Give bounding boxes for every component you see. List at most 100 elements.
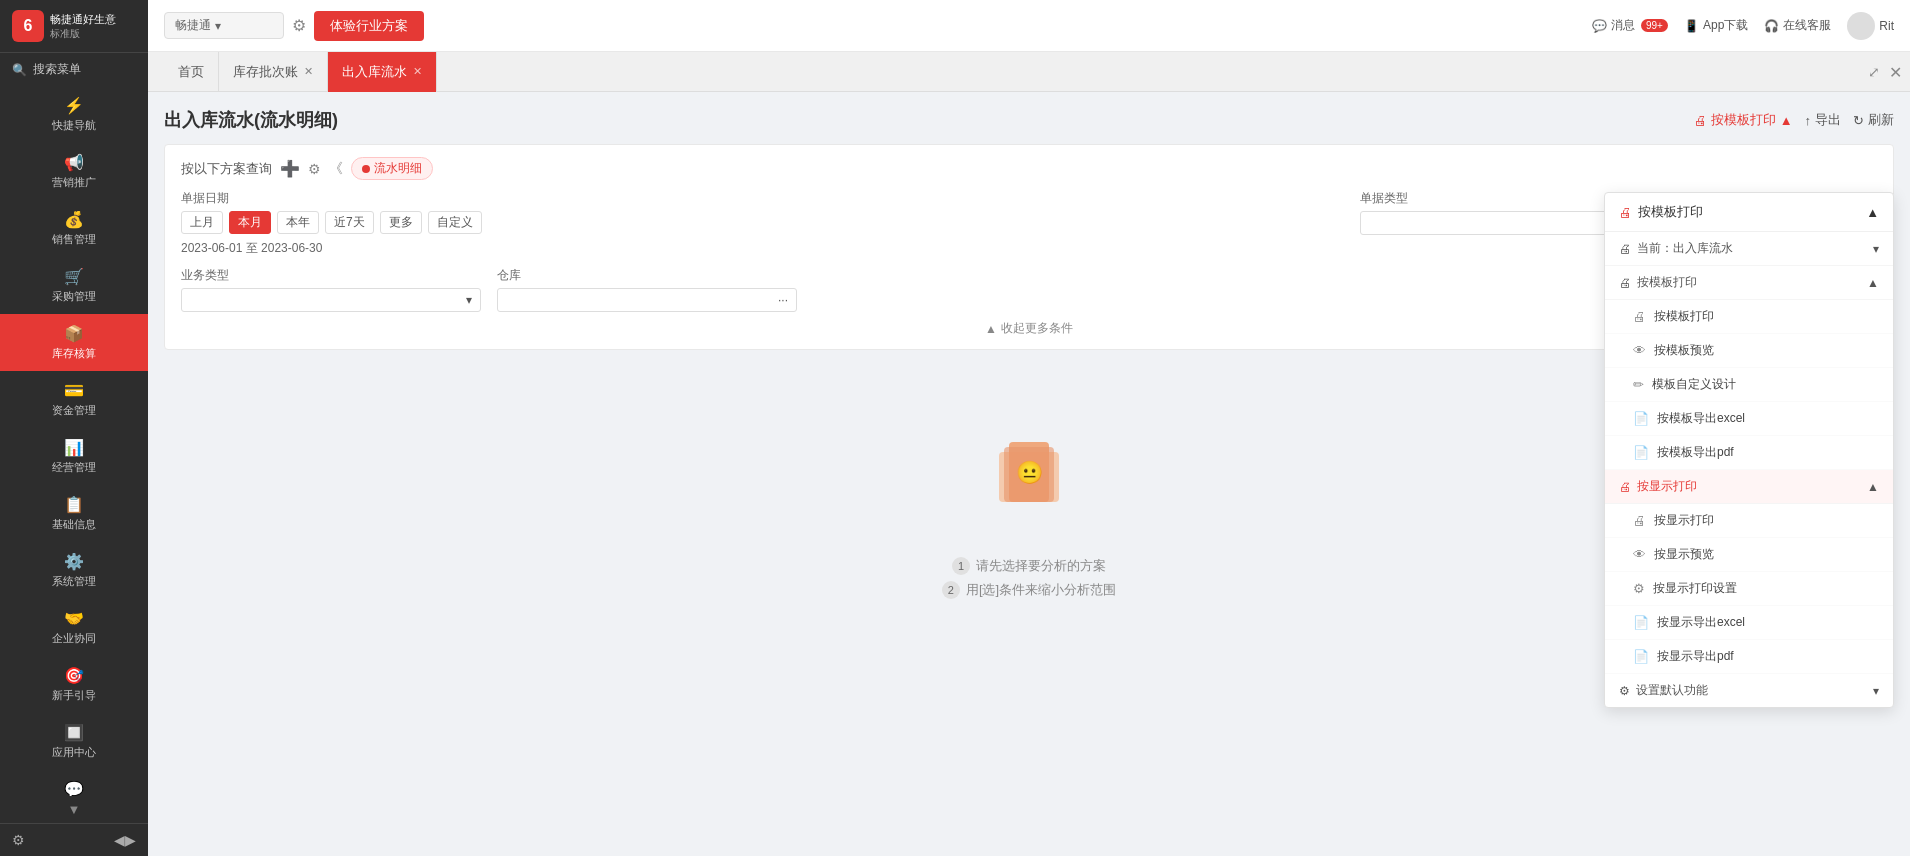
date-range-display: 2023-06-01 至 2023-06-30 — [181, 240, 482, 257]
print-dropdown-panel: 🖨 按模板打印 ▲ 🖨 当前：出入库流水 ▾ 🖨 按模板打印 ▲ — [1604, 192, 1894, 708]
template-excel-icon: 📄 — [1633, 411, 1649, 426]
sidebar-item-wechat[interactable]: 💬 企业微信 — [0, 770, 148, 796]
date-shortcut-this-month[interactable]: 本月 — [229, 211, 271, 234]
template-section-header[interactable]: 🖨 按模板打印 ▲ — [1605, 266, 1893, 300]
print-template-button[interactable]: 🖨 按模板打印 ▲ — [1694, 111, 1793, 129]
tabbar: 首页 库存批次账 ✕ 出入库流水 ✕ ⤢ ✕ — [148, 52, 1910, 92]
collapse-more-button[interactable]: ▲ 收起更多条件 — [985, 320, 1073, 337]
refresh-icon: ↻ — [1853, 113, 1864, 128]
warehouse-select[interactable]: ··· — [497, 288, 797, 312]
sidebar-item-inventory[interactable]: 📦 库存核算 — [0, 314, 148, 371]
sidebar-item-newbie[interactable]: 🎯 新手引导 — [0, 656, 148, 713]
date-shortcut-7days[interactable]: 近7天 — [325, 211, 374, 234]
wechat-icon: 💬 — [64, 780, 84, 796]
basic-icon: 📋 — [64, 495, 84, 514]
filter-date-label: 单据日期 — [181, 190, 482, 207]
filter-collapse-button[interactable]: 《 — [329, 160, 343, 178]
message-button[interactable]: 💬 消息 99+ — [1592, 17, 1668, 34]
dropdown-item-display-settings[interactable]: ⚙ 按显示打印设置 — [1605, 572, 1893, 606]
tab-flow[interactable]: 出入库流水 ✕ — [328, 52, 437, 92]
template-pdf-icon: 📄 — [1633, 445, 1649, 460]
app-download-button[interactable]: 📱 App下载 — [1684, 17, 1748, 34]
online-service-button[interactable]: 🎧 在线客服 — [1764, 17, 1831, 34]
filter-add-button[interactable]: ➕ — [280, 159, 300, 178]
user-avatar[interactable]: Rit — [1847, 12, 1894, 40]
dropdown-item-template-print[interactable]: 🖨 按模板打印 — [1605, 300, 1893, 334]
display-section-header[interactable]: 🖨 按显示打印 ▲ — [1605, 470, 1893, 504]
dropdown-item-template-pdf[interactable]: 📄 按模板导出pdf — [1605, 436, 1893, 470]
current-template-item[interactable]: 🖨 当前：出入库流水 ▾ — [1605, 232, 1893, 266]
appstore-icon: 🔲 — [64, 723, 84, 742]
template-preview-icon: 👁 — [1633, 343, 1646, 358]
sidebar-item-sales[interactable]: 💰 销售管理 — [0, 200, 148, 257]
display-excel-icon: 📄 — [1633, 615, 1649, 630]
date-shortcut-last-month[interactable]: 上月 — [181, 211, 223, 234]
date-shortcut-custom[interactable]: 自定义 — [428, 211, 482, 234]
page-content: 出入库流水(流水明细) 🖨 按模板打印 ▲ ↑ 导出 ↻ 刷新 — [148, 92, 1910, 856]
page-actions: 🖨 按模板打印 ▲ ↑ 导出 ↻ 刷新 — [1694, 111, 1894, 129]
tab-expand-icon[interactable]: ⤢ — [1868, 64, 1880, 80]
filter-tag-flow-detail[interactable]: 流水明细 — [351, 157, 433, 180]
footer-settings-icon: ⚙ — [1619, 684, 1630, 698]
dropdown-item-template-design[interactable]: ✏ 模板自定义设计 — [1605, 368, 1893, 402]
dropdown-item-display-preview[interactable]: 👁 按显示预览 — [1605, 538, 1893, 572]
tab-batch-account[interactable]: 库存批次账 ✕ — [219, 52, 328, 92]
system-icon: ⚙️ — [64, 552, 84, 571]
sidebar-item-marketing[interactable]: 📢 营销推广 — [0, 143, 148, 200]
filter-business-label: 业务类型 — [181, 267, 481, 284]
tab-bar-close[interactable]: ✕ — [1889, 62, 1902, 81]
display-pdf-icon: 📄 — [1633, 649, 1649, 664]
topbar-left: 畅捷通 ▾ ⚙ 体验行业方案 — [164, 11, 1580, 41]
topbar: 畅捷通 ▾ ⚙ 体验行业方案 💬 消息 99+ 📱 App下载 🎧 在线客服 — [148, 0, 1910, 52]
dropdown-header-icon: 🖨 — [1619, 205, 1632, 220]
display-preview-icon: 👁 — [1633, 547, 1646, 562]
svg-text:😐: 😐 — [1016, 459, 1044, 486]
dropdown-footer[interactable]: ⚙ 设置默认功能 ▾ — [1605, 674, 1893, 707]
sidebar-item-appstore[interactable]: 🔲 应用中心 — [0, 713, 148, 770]
sidebar-item-collab[interactable]: 🤝 企业协同 — [0, 599, 148, 656]
dropdown-item-display-pdf[interactable]: 📄 按显示导出pdf — [1605, 640, 1893, 674]
purchase-icon: 🛒 — [64, 267, 84, 286]
refresh-button[interactable]: ↻ 刷新 — [1853, 111, 1894, 129]
export-button[interactable]: ↑ 导出 — [1805, 111, 1842, 129]
sidebar-item-operation[interactable]: 📊 经营管理 — [0, 428, 148, 485]
company-selector[interactable]: 畅捷通 ▾ — [164, 12, 284, 39]
topbar-right: 💬 消息 99+ 📱 App下载 🎧 在线客服 Rit — [1592, 12, 1894, 40]
sidebar-item-finance[interactable]: 💳 资金管理 — [0, 371, 148, 428]
filter-settings-button[interactable]: ⚙ — [308, 161, 321, 177]
message-icon: 💬 — [1592, 19, 1607, 33]
sidebar-item-basic[interactable]: 📋 基础信息 — [0, 485, 148, 542]
date-shortcut-this-year[interactable]: 本年 — [277, 211, 319, 234]
dropdown-item-template-preview[interactable]: 👁 按模板预览 — [1605, 334, 1893, 368]
date-shortcut-more[interactable]: 更多 — [380, 211, 422, 234]
newbie-icon: 🎯 — [64, 666, 84, 685]
logo-text: 畅捷通好生意 标准版 — [50, 12, 116, 39]
search-menu[interactable]: 🔍 搜索菜单 — [0, 53, 148, 86]
display-section-chevron-icon: ▲ — [1867, 480, 1879, 494]
sidebar-scroll-down[interactable]: ▼ — [0, 796, 148, 823]
business-type-select[interactable]: ▾ — [181, 288, 481, 312]
tab-home[interactable]: 首页 — [164, 52, 219, 92]
topbar-gear-icon[interactable]: ⚙ — [292, 16, 306, 35]
sidebar-item-purchase[interactable]: 🛒 采购管理 — [0, 257, 148, 314]
dropdown-item-display-excel[interactable]: 📄 按显示导出excel — [1605, 606, 1893, 640]
sidebar-nav: ⚡ 快捷导航 📢 营销推广 💰 销售管理 🛒 采购管理 📦 库存核算 💳 资金管… — [0, 86, 148, 796]
filter-business-type-item: 业务类型 ▾ — [181, 267, 481, 312]
settings-button[interactable]: ⚙ — [12, 832, 25, 848]
display-section-icon: 🖨 — [1619, 480, 1631, 494]
dropdown-item-display-print[interactable]: 🖨 按显示打印 — [1605, 504, 1893, 538]
filter-tag-dot — [362, 165, 370, 173]
sidebar-item-quick-nav[interactable]: ⚡ 快捷导航 — [0, 86, 148, 143]
template-print-icon: 🖨 — [1633, 309, 1646, 324]
dropdown-item-template-excel[interactable]: 📄 按模板导出excel — [1605, 402, 1893, 436]
download-icon: 📱 — [1684, 19, 1699, 33]
page-header: 出入库流水(流水明细) 🖨 按模板打印 ▲ ↑ 导出 ↻ 刷新 — [164, 108, 1894, 132]
sidebar-item-system[interactable]: ⚙️ 系统管理 — [0, 542, 148, 599]
sidebar: 6 畅捷通好生意 标准版 🔍 搜索菜单 ⚡ 快捷导航 📢 营销推广 💰 销售管理… — [0, 0, 148, 856]
logo-area: 6 畅捷通好生意 标准版 — [0, 0, 148, 53]
avatar-image — [1847, 12, 1875, 40]
trial-button[interactable]: 体验行业方案 — [314, 11, 424, 41]
tab-batch-account-close[interactable]: ✕ — [304, 65, 313, 78]
tab-flow-close[interactable]: ✕ — [413, 65, 422, 78]
collapse-button[interactable]: ◀▶ — [114, 832, 136, 848]
